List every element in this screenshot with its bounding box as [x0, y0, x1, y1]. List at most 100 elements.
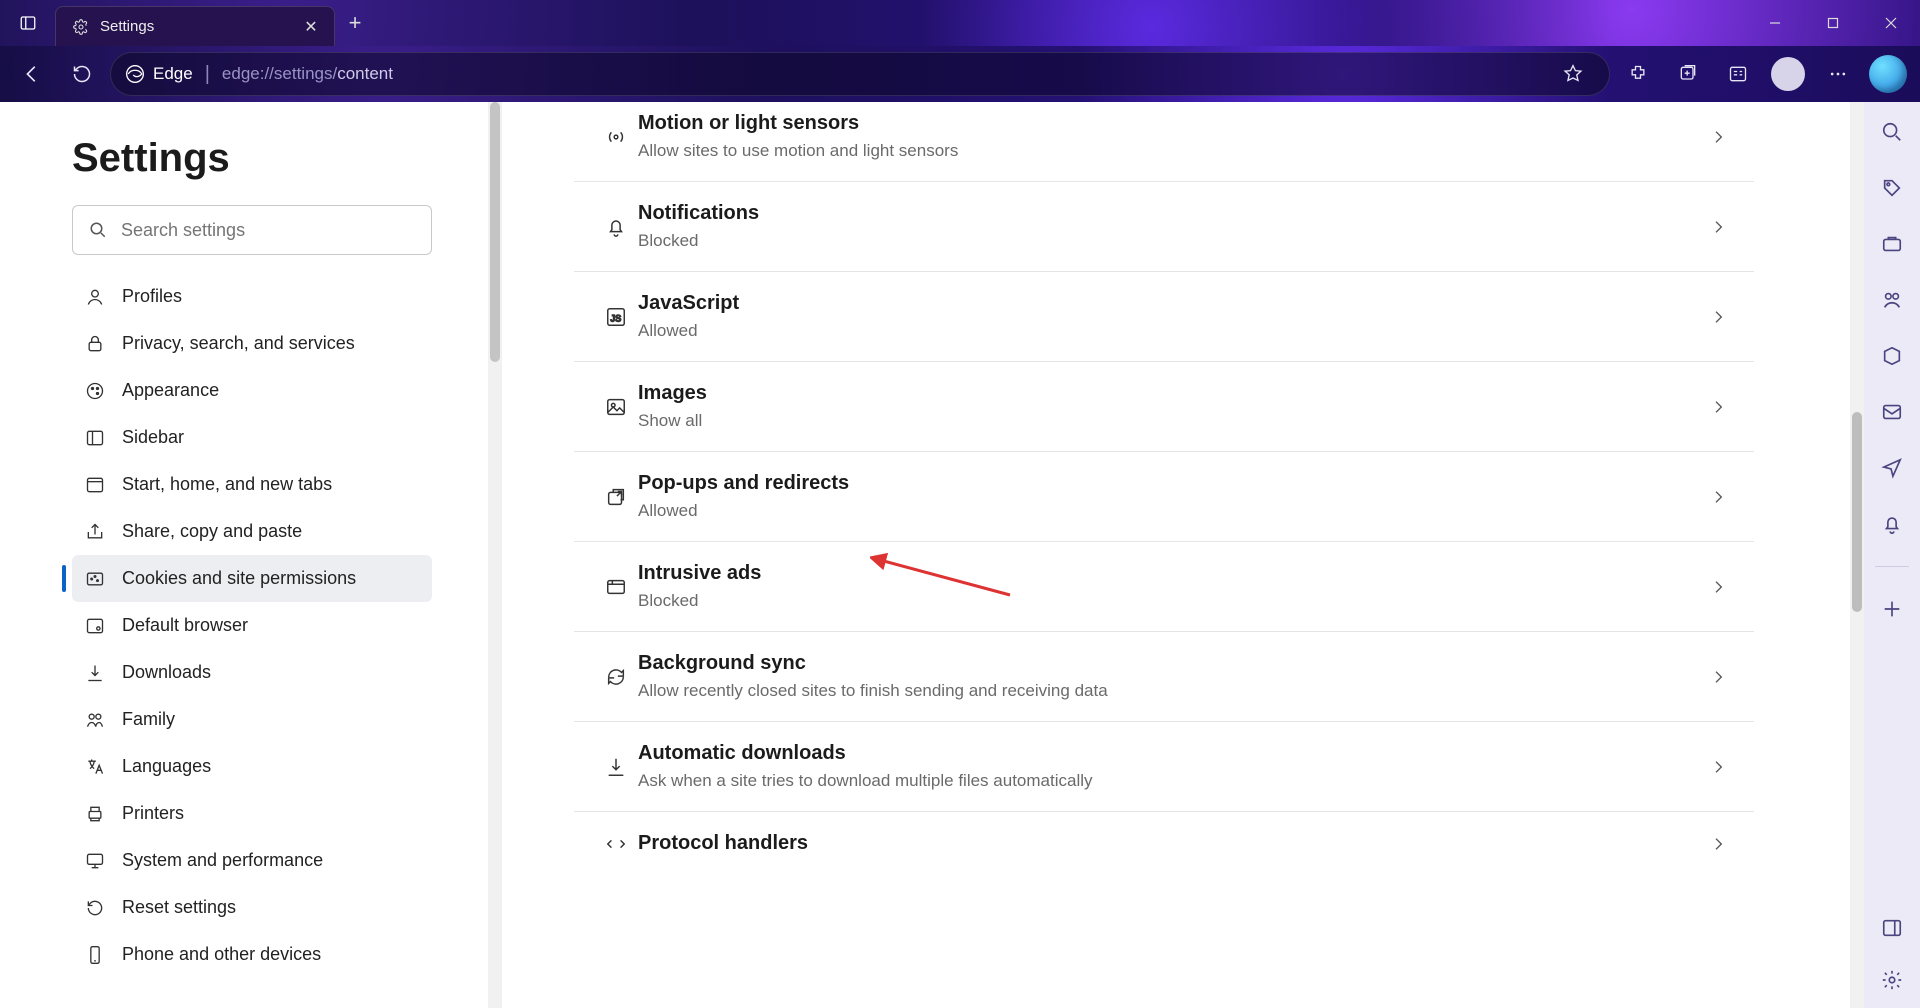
nav-reset[interactable]: Reset settings — [72, 884, 432, 931]
nav-languages[interactable]: Languages — [72, 743, 432, 790]
image-icon — [594, 396, 638, 418]
refresh-button[interactable] — [60, 52, 104, 96]
phone-icon — [84, 945, 106, 965]
sidebar-icon — [84, 428, 106, 448]
sensor-icon — [594, 126, 638, 148]
app-menu-button[interactable] — [1816, 52, 1860, 96]
chevron-right-icon — [1710, 759, 1726, 775]
nav-profiles[interactable]: Profiles — [72, 273, 432, 320]
chevron-right-icon — [1710, 669, 1726, 685]
rail-bell-icon[interactable] — [1878, 510, 1906, 538]
settings-page: Settings Profiles Privacy, search, and s… — [0, 102, 1920, 1008]
rail-shopping-icon[interactable] — [1878, 174, 1906, 202]
nav-system[interactable]: System and performance — [72, 837, 432, 884]
row-images[interactable]: ImagesShow all — [574, 362, 1754, 452]
row-background-sync[interactable]: Background syncAllow recently closed sit… — [574, 632, 1754, 722]
window-close-button[interactable] — [1862, 0, 1920, 46]
nav-family[interactable]: Family — [72, 696, 432, 743]
printer-icon — [84, 804, 106, 824]
download-icon — [84, 663, 106, 683]
nav-default-browser[interactable]: Default browser — [72, 602, 432, 649]
window-titlebar: Settings ✕ + — [0, 0, 1920, 46]
svg-text:JS: JS — [611, 313, 622, 323]
extensions-button[interactable] — [1616, 52, 1660, 96]
row-javascript[interactable]: JS JavaScriptAllowed — [574, 272, 1754, 362]
rail-outlook-icon[interactable] — [1878, 398, 1906, 426]
rail-games-icon[interactable] — [1878, 286, 1906, 314]
download-icon — [594, 756, 638, 778]
settings-content: Motion or light sensorsAllow sites to us… — [502, 102, 1864, 1008]
nav-sidebar[interactable]: Sidebar — [72, 414, 432, 461]
collections-button[interactable] — [1666, 52, 1710, 96]
ads-icon — [594, 576, 638, 598]
rail-search-icon[interactable] — [1878, 118, 1906, 146]
page-title: Settings — [72, 136, 432, 181]
rail-office-icon[interactable] — [1878, 342, 1906, 370]
gear-icon — [72, 18, 90, 36]
reading-mode-button[interactable] — [1716, 52, 1760, 96]
profile-icon — [84, 287, 106, 307]
back-button[interactable] — [10, 52, 54, 96]
content-scrollbar[interactable] — [1850, 102, 1864, 1008]
settings-search[interactable] — [72, 205, 432, 255]
rail-hide-button[interactable] — [1878, 914, 1906, 942]
url-separator: | — [205, 63, 210, 86]
profile-button[interactable] — [1766, 52, 1810, 96]
chevron-right-icon — [1710, 836, 1726, 852]
protocol-icon — [594, 833, 638, 855]
url-text: edge://settings/content — [222, 64, 393, 84]
sync-icon — [594, 666, 638, 688]
chevron-right-icon — [1710, 309, 1726, 325]
nav-share[interactable]: Share, copy and paste — [72, 508, 432, 555]
nav-start[interactable]: Start, home, and new tabs — [72, 461, 432, 508]
chevron-right-icon — [1710, 129, 1726, 145]
rail-add-button[interactable] — [1878, 595, 1906, 623]
edge-logo-icon — [125, 64, 145, 84]
window-icon — [84, 475, 106, 495]
rail-settings-icon[interactable] — [1878, 966, 1906, 994]
edge-sidebar-rail — [1864, 102, 1920, 1008]
nav-printers[interactable]: Printers — [72, 790, 432, 837]
row-protocol-handlers[interactable]: Protocol handlers — [574, 812, 1754, 875]
avatar-icon — [1771, 57, 1805, 91]
row-intrusive-ads[interactable]: Intrusive adsBlocked — [574, 542, 1754, 632]
row-popups[interactable]: Pop-ups and redirectsAllowed — [574, 452, 1754, 542]
rail-tools-icon[interactable] — [1878, 230, 1906, 258]
tab-close-button[interactable]: ✕ — [302, 17, 320, 37]
window-maximize-button[interactable] — [1804, 0, 1862, 46]
new-tab-button[interactable]: + — [335, 10, 375, 36]
bing-chat-button[interactable] — [1866, 52, 1910, 96]
chevron-right-icon — [1710, 399, 1726, 415]
row-notifications[interactable]: NotificationsBlocked — [574, 182, 1754, 272]
nav-phone[interactable]: Phone and other devices — [72, 931, 432, 978]
favorite-button[interactable] — [1551, 52, 1595, 96]
row-automatic-downloads[interactable]: Automatic downloadsAsk when a site tries… — [574, 722, 1754, 812]
browser-tab[interactable]: Settings ✕ — [55, 6, 335, 46]
address-bar[interactable]: Edge | edge://settings/content — [110, 52, 1610, 96]
chevron-right-icon — [1710, 489, 1726, 505]
row-motion-sensors[interactable]: Motion or light sensorsAllow sites to us… — [574, 102, 1754, 182]
tab-actions-button[interactable] — [0, 14, 55, 32]
settings-search-input[interactable] — [121, 220, 415, 241]
popup-icon — [594, 486, 638, 508]
share-icon — [84, 522, 106, 542]
nav-appearance[interactable]: Appearance — [72, 367, 432, 414]
chevron-right-icon — [1710, 579, 1726, 595]
system-icon — [84, 851, 106, 871]
nav-cookies[interactable]: Cookies and site permissions — [72, 555, 432, 602]
window-minimize-button[interactable] — [1746, 0, 1804, 46]
nav-privacy[interactable]: Privacy, search, and services — [72, 320, 432, 367]
nav-downloads[interactable]: Downloads — [72, 649, 432, 696]
bell-icon — [594, 216, 638, 238]
family-icon — [84, 710, 106, 730]
cookie-icon — [84, 569, 106, 589]
chevron-right-icon — [1710, 219, 1726, 235]
palette-icon — [84, 381, 106, 401]
search-icon — [89, 221, 107, 239]
sidebar-scrollbar[interactable] — [488, 102, 502, 1008]
site-identity-label: Edge — [153, 64, 193, 84]
tab-title: Settings — [100, 18, 292, 35]
settings-sidebar: Settings Profiles Privacy, search, and s… — [0, 102, 502, 1008]
language-icon — [84, 757, 106, 777]
rail-drop-icon[interactable] — [1878, 454, 1906, 482]
